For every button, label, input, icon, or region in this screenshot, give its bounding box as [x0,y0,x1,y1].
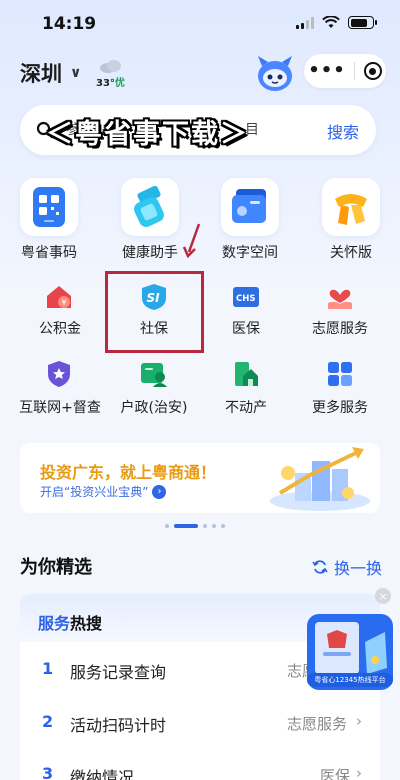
arrow-down-annotation-icon [182,223,201,258]
assistant-mascot-icon[interactable] [254,54,296,94]
service-medical-insurance[interactable]: CHS [232,283,260,311]
wifi-icon [322,16,340,28]
chevron-down-icon: ∨ [70,65,82,81]
row-number: 1 [42,659,54,678]
highlight-box-annotation [105,271,204,353]
chevron-right-icon: › [356,764,362,780]
air-quality: 优 [114,78,125,89]
app-label-digital-space: 数字空间 [222,245,278,261]
app-tile-care[interactable] [322,178,380,236]
capsule-divider [354,62,356,80]
battery-icon [348,16,377,29]
service-supervision[interactable] [45,360,73,388]
supervision-shield-icon [48,361,70,387]
real-estate-icon [235,362,258,386]
service-label-supervision: 互联网+督查 [19,400,101,416]
service-label-volunteer: 志愿服务 [312,321,368,337]
miniprogram-capsule: ••• [304,54,386,88]
row-category: 医保 [320,767,351,780]
city-selector[interactable]: 深圳 ∨ [20,58,81,88]
pager-dot[interactable] [165,524,169,528]
pager-dot[interactable] [221,524,225,528]
app-label-care: 关怀版 [330,245,372,261]
more-dots-icon[interactable]: ••• [308,62,346,80]
volunteer-heart-icon [328,289,352,309]
banner-illustration [270,447,370,511]
hot-search-card-title: 服务热搜 [38,610,102,634]
more-grid-icon [328,362,352,386]
city-name: 深圳 [20,62,62,86]
service-label-medical-insurance: 医保 [232,321,260,337]
row-title: 服务记录查询 [70,663,167,682]
search-button[interactable]: 搜索 [327,119,359,143]
chevron-right-icon: › [356,712,362,730]
service-label-more: 更多服务 [312,400,368,416]
service-housing-fund[interactable]: ¥ [45,283,73,311]
close-icon[interactable]: × [375,588,391,604]
row-number: 3 [42,764,54,780]
service-label-household: 户政(治安) [120,400,188,416]
tile-bg [322,178,380,236]
service-real-estate[interactable] [232,360,260,388]
service-label-housing-fund: 公积金 [39,321,81,337]
svg-text:¥: ¥ [62,298,67,307]
app-tile-digital-space[interactable] [221,178,279,236]
pager-dot[interactable] [203,524,207,528]
refresh-icon [312,560,328,574]
housing-fund-icon: ¥ [47,286,71,308]
row-title: 活动扫码计时 [70,716,167,735]
row-title: 缴纳情况 [70,768,135,780]
tile-bg [20,178,78,236]
download-overlay-caption: ＜粤省事下载＞ [46,119,249,150]
status-time: 14:19 [42,14,97,34]
weather-readout: 33°优 [96,74,125,89]
banner-subtitle: 开启“投资兴业宝典” [40,485,149,499]
chevron-right-icon: › [152,484,167,499]
pager-dot-active[interactable] [174,524,198,528]
tile-bg [221,178,279,236]
service-more[interactable] [326,360,354,388]
app-label-qr: 粤省事码 [21,245,77,261]
cloud-icon [100,60,121,73]
temperature: 33° [96,78,115,89]
banner-pager [165,524,225,528]
service-label-real-estate: 不动产 [225,400,267,416]
medical-insurance-icon: CHS [233,287,259,307]
refresh-button[interactable]: 换一换 [312,555,382,579]
signal-icon [296,16,314,29]
pager-dot[interactable] [212,524,216,528]
banner-subtitle-link[interactable]: 开启“投资兴业宝典” › [40,483,167,500]
refresh-label: 换一换 [334,559,383,578]
service-household[interactable] [140,360,168,388]
qr-code-icon [33,187,65,227]
row-category: 志愿服务 [287,715,348,733]
tile-bg [121,178,179,236]
care-scarf-icon [335,194,367,225]
service-volunteer[interactable] [326,283,354,311]
hotline-caption: 粤省心12345热线平台 [307,673,393,687]
featured-title: 为你精选 [20,557,92,578]
banner-title: 投资广东，就上粤商通！ [40,463,217,482]
health-pill-icon [134,185,164,227]
card-title-highlight: 服务 [38,614,71,633]
chs-badge-text: CHS [236,294,255,304]
row-number: 2 [42,712,54,731]
app-tile-qr[interactable] [20,178,78,236]
close-target-icon[interactable] [363,62,382,80]
card-title-rest: 热搜 [70,614,103,633]
app-tile-health[interactable] [121,178,179,236]
digital-folder-icon [232,189,266,223]
household-id-icon [141,363,167,387]
status-icons [296,16,377,29]
